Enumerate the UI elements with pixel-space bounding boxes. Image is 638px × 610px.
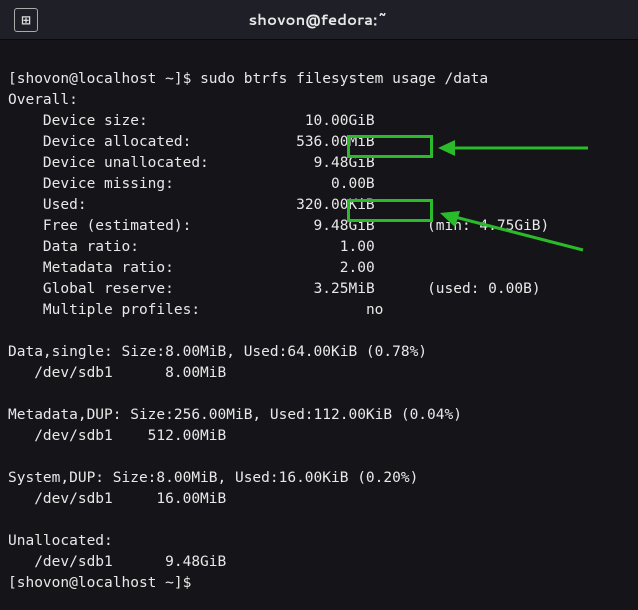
shell-prompt: [shovon@localhost ~]$ (8, 71, 200, 87)
terminal-window: ⊞ shovon@fedora:~ [shovon@localhost ~]$ … (0, 0, 638, 610)
highlighted-unallocated-value: 9.48GiB (314, 155, 375, 171)
row-device-missing: Device missing: 0.00B (8, 176, 375, 192)
prompt-line-1: [shovon@localhost ~]$ sudo btrfs filesys… (8, 71, 488, 87)
highlighted-free-value: 9.48GiB (314, 218, 375, 234)
section-data-line: /dev/sdb1 8.00MiB (8, 365, 226, 381)
titlebar: ⊞ shovon@fedora:~ (0, 0, 638, 40)
row-used: Used: 320.00KiB (8, 197, 375, 213)
row-data-ratio: Data ratio: 1.00 (8, 239, 375, 255)
prompt-line-2: [shovon@localhost ~]$ (8, 575, 200, 591)
window-title: shovon@fedora:~ (8, 9, 628, 30)
section-data-header: Data,single: Size:8.00MiB, Used:64.00KiB… (8, 344, 427, 360)
terminal-body[interactable]: [shovon@localhost ~]$ sudo btrfs filesys… (0, 40, 638, 610)
shell-prompt-2: [shovon@localhost ~]$ (8, 575, 200, 591)
section-unallocated-header: Unallocated: (8, 533, 113, 549)
section-system-line: /dev/sdb1 16.00MiB (8, 491, 226, 507)
section-metadata-header: Metadata,DUP: Size:256.00MiB, Used:112.0… (8, 407, 462, 423)
section-unallocated-line: /dev/sdb1 9.48GiB (8, 554, 226, 570)
section-metadata-line: /dev/sdb1 512.00MiB (8, 428, 226, 444)
row-global-reserve: Global reserve: 3.25MiB (used: 0.00B) (8, 281, 541, 297)
row-device-size: Device size: 10.00GiB (8, 113, 375, 129)
row-device-allocated: Device allocated: 536.00MiB (8, 134, 375, 150)
row-multiple-profiles: Multiple profiles: no (8, 302, 383, 318)
overall-header: Overall: (8, 92, 78, 108)
command-text: sudo btrfs filesystem usage /data (200, 71, 488, 87)
row-free-estimated: Free (estimated): 9.48GiB (min: 4.75GiB) (8, 218, 549, 234)
arrow-to-unallocated (433, 128, 593, 168)
row-metadata-ratio: Metadata ratio: 2.00 (8, 260, 375, 276)
section-system-header: System,DUP: Size:8.00MiB, Used:16.00KiB … (8, 470, 418, 486)
row-device-unallocated: Device unallocated: 9.48GiB (8, 155, 375, 171)
